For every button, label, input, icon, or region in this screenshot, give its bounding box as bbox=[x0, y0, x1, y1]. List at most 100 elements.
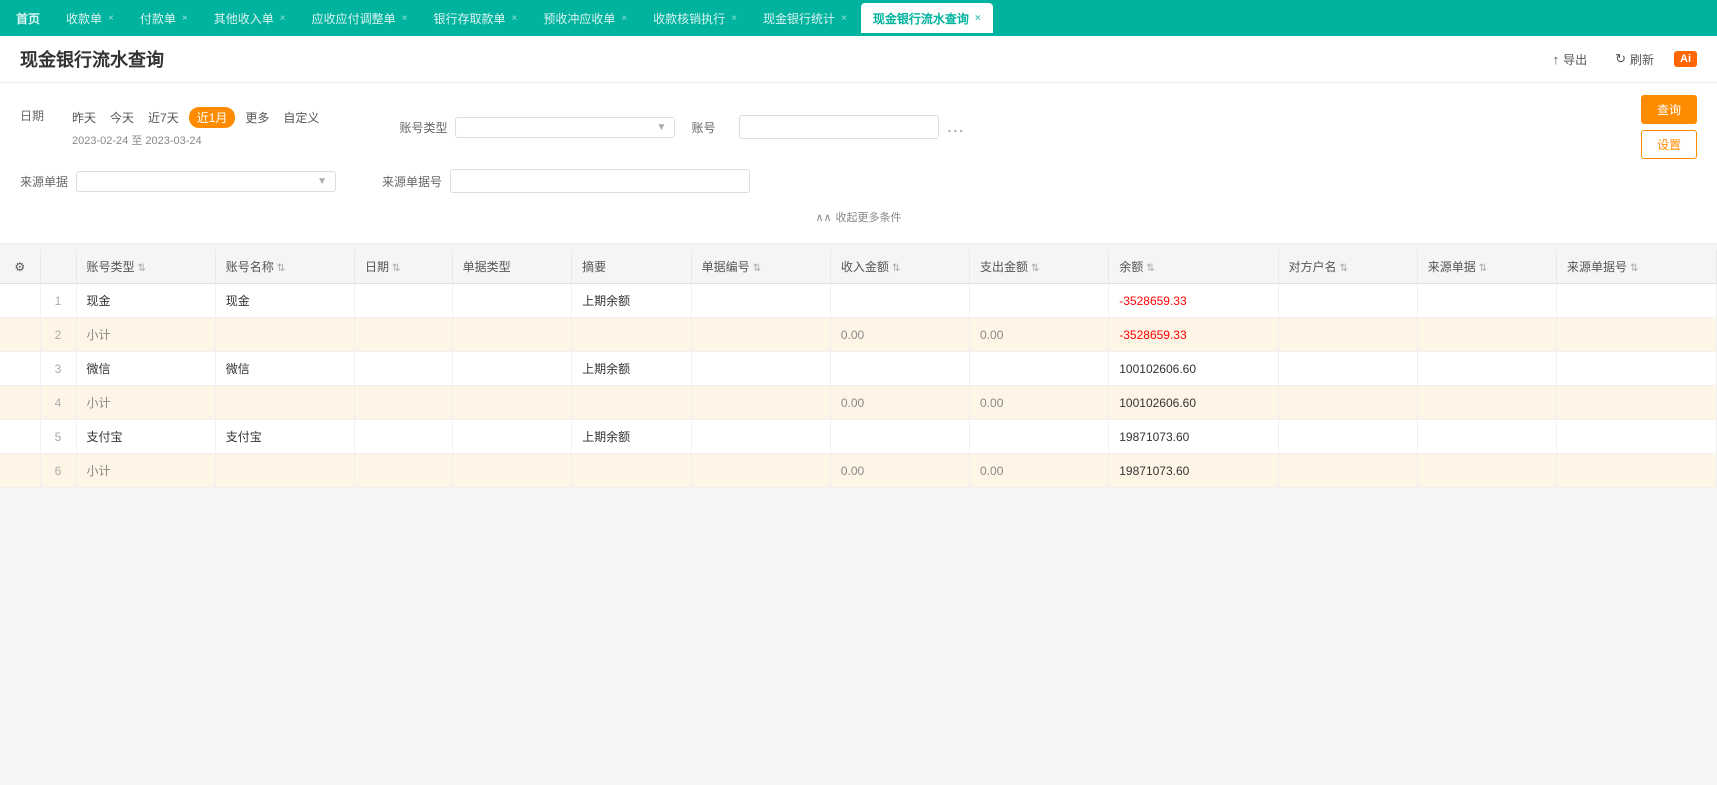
col-account-type[interactable]: 账号类型⇅ bbox=[76, 250, 215, 284]
source-doc-num-input[interactable] bbox=[450, 169, 750, 193]
close-tab-writeoff[interactable]: × bbox=[731, 13, 737, 24]
nav-tab-prepayment[interactable]: 预收冲应收单× bbox=[531, 3, 639, 33]
cell-3: 现金 bbox=[215, 284, 354, 318]
cell-7 bbox=[691, 386, 830, 420]
header-actions: ↑ 导出 ↻ 刷新 Ai bbox=[1545, 47, 1697, 72]
cell-1: 5 bbox=[40, 420, 76, 454]
cell-0 bbox=[0, 454, 40, 488]
nav-tab-other-income[interactable]: 其他收入单× bbox=[202, 3, 298, 33]
cell-2: 小计 bbox=[76, 454, 215, 488]
cell-12 bbox=[1417, 284, 1556, 318]
cell-4 bbox=[354, 352, 452, 386]
col-source-doc-no[interactable]: 来源单据号⇅ bbox=[1556, 250, 1716, 284]
cell-11 bbox=[1278, 318, 1417, 352]
cell-3 bbox=[215, 386, 354, 420]
date-option-yesterday[interactable]: 昨天 bbox=[68, 107, 100, 128]
col-counterparty[interactable]: 对方户名⇅ bbox=[1278, 250, 1417, 284]
cell-1: 1 bbox=[40, 284, 76, 318]
cell-6: 上期余额 bbox=[572, 352, 692, 386]
cell-9: 0.00 bbox=[970, 386, 1109, 420]
export-button[interactable]: ↑ 导出 bbox=[1545, 47, 1596, 72]
cell-2: 支付宝 bbox=[76, 420, 215, 454]
account-type-select[interactable]: ▼ bbox=[455, 117, 675, 138]
nav-tab-writeoff[interactable]: 收款核销执行× bbox=[641, 3, 749, 33]
cell-9 bbox=[970, 352, 1109, 386]
close-tab-cash-stat[interactable]: × bbox=[841, 13, 847, 24]
nav-tab-receipt[interactable]: 收款单× bbox=[54, 3, 126, 33]
cell-1: 2 bbox=[40, 318, 76, 352]
date-range-text: 2023-02-24 至 2023-03-24 bbox=[72, 132, 323, 148]
nav-tab-cashflow-query[interactable]: 现金银行流水查询× bbox=[861, 3, 993, 33]
collapse-bar[interactable]: ∧∧ 收起更多条件 bbox=[20, 203, 1697, 231]
account-dots[interactable]: ... bbox=[947, 119, 965, 135]
cell-8 bbox=[830, 352, 969, 386]
nav-tab-cash-stat[interactable]: 现金银行统计× bbox=[751, 3, 859, 33]
col-account-name[interactable]: 账号名称⇅ bbox=[215, 250, 354, 284]
export-icon: ↑ bbox=[1553, 52, 1560, 67]
cell-10: 19871073.60 bbox=[1109, 454, 1278, 488]
cell-5 bbox=[452, 284, 572, 318]
date-option-7days[interactable]: 近7天 bbox=[144, 107, 183, 128]
date-options: 昨天 今天 近7天 近1月 更多 自定义 bbox=[68, 107, 323, 128]
cell-13 bbox=[1556, 284, 1716, 318]
close-tab-payment[interactable]: × bbox=[182, 13, 188, 24]
close-tab-receipt[interactable]: × bbox=[108, 13, 114, 24]
date-option-more[interactable]: 更多 bbox=[241, 107, 273, 128]
cell-10: 19871073.60 bbox=[1109, 420, 1278, 454]
cell-4 bbox=[354, 420, 452, 454]
source-doc-filter: 来源单据 ▼ bbox=[20, 171, 336, 192]
page-header: 现金银行流水查询 ↑ 导出 ↻ 刷新 Ai bbox=[0, 36, 1717, 83]
nav-tab-home[interactable]: 首页 bbox=[4, 3, 52, 33]
close-tab-adjustment[interactable]: × bbox=[402, 13, 408, 24]
action-buttons: 查询 设置 bbox=[1641, 95, 1697, 159]
date-option-custom[interactable]: 自定义 bbox=[279, 107, 323, 128]
account-type-filter: 账号类型 ▼ bbox=[399, 117, 675, 138]
cell-0 bbox=[0, 318, 40, 352]
close-tab-other-income[interactable]: × bbox=[280, 13, 286, 24]
cell-3 bbox=[215, 318, 354, 352]
cell-6 bbox=[572, 318, 692, 352]
col-balance[interactable]: 余额⇅ bbox=[1109, 250, 1278, 284]
cell-5 bbox=[452, 386, 572, 420]
close-tab-bank-deposit[interactable]: × bbox=[511, 13, 517, 24]
col-income[interactable]: 收入金额⇅ bbox=[830, 250, 969, 284]
cell-0 bbox=[0, 420, 40, 454]
table-row: 3微信微信上期余额100102606.60 bbox=[0, 352, 1717, 386]
col-expense[interactable]: 支出金额⇅ bbox=[970, 250, 1109, 284]
cell-2: 微信 bbox=[76, 352, 215, 386]
source-doc-select[interactable]: ▼ bbox=[76, 171, 336, 192]
refresh-button[interactable]: ↻ 刷新 bbox=[1607, 47, 1662, 72]
account-type-dropdown-icon: ▼ bbox=[657, 122, 667, 133]
cell-12 bbox=[1417, 386, 1556, 420]
table-row: 1现金现金上期余额-3528659.33 bbox=[0, 284, 1717, 318]
account-label: 账号 bbox=[691, 119, 731, 136]
query-button[interactable]: 查询 bbox=[1641, 95, 1697, 124]
col-gear[interactable]: ⚙ bbox=[0, 250, 40, 284]
cell-11 bbox=[1278, 386, 1417, 420]
col-source-doc[interactable]: 来源单据⇅ bbox=[1417, 250, 1556, 284]
date-filter-group: 日期 昨天 今天 近7天 近1月 更多 自定义 2023-02-24 至 202… bbox=[20, 107, 323, 148]
account-type-label: 账号类型 bbox=[399, 119, 447, 136]
cell-3: 支付宝 bbox=[215, 420, 354, 454]
ai-button[interactable]: Ai bbox=[1674, 51, 1697, 67]
nav-tab-payment[interactable]: 付款单× bbox=[128, 3, 200, 33]
cell-10: 100102606.60 bbox=[1109, 352, 1278, 386]
date-option-1month[interactable]: 近1月 bbox=[189, 107, 236, 128]
col-idx bbox=[40, 250, 76, 284]
date-option-today[interactable]: 今天 bbox=[106, 107, 138, 128]
page-title: 现金银行流水查询 bbox=[20, 46, 164, 72]
cell-11 bbox=[1278, 420, 1417, 454]
cell-8: 0.00 bbox=[830, 386, 969, 420]
col-date[interactable]: 日期⇅ bbox=[354, 250, 452, 284]
close-tab-prepayment[interactable]: × bbox=[621, 13, 627, 24]
close-tab-cashflow-query[interactable]: × bbox=[975, 13, 981, 24]
nav-tab-adjustment[interactable]: 应收应付调整单× bbox=[300, 3, 420, 33]
nav-tab-bank-deposit[interactable]: 银行存取款单× bbox=[421, 3, 529, 33]
account-input[interactable] bbox=[739, 115, 939, 139]
table-container: ⚙ 账号类型⇅ 账号名称⇅ 日期⇅ 单据类型 摘要 单据编号⇅ 收入金额⇅ 支出… bbox=[0, 250, 1717, 488]
col-doc-no[interactable]: 单据编号⇅ bbox=[691, 250, 830, 284]
top-nav: 首页收款单×付款单×其他收入单×应收应付调整单×银行存取款单×预收冲应收单×收款… bbox=[0, 0, 1717, 36]
cell-8: 0.00 bbox=[830, 318, 969, 352]
settings-button[interactable]: 设置 bbox=[1641, 130, 1697, 159]
cell-7 bbox=[691, 420, 830, 454]
